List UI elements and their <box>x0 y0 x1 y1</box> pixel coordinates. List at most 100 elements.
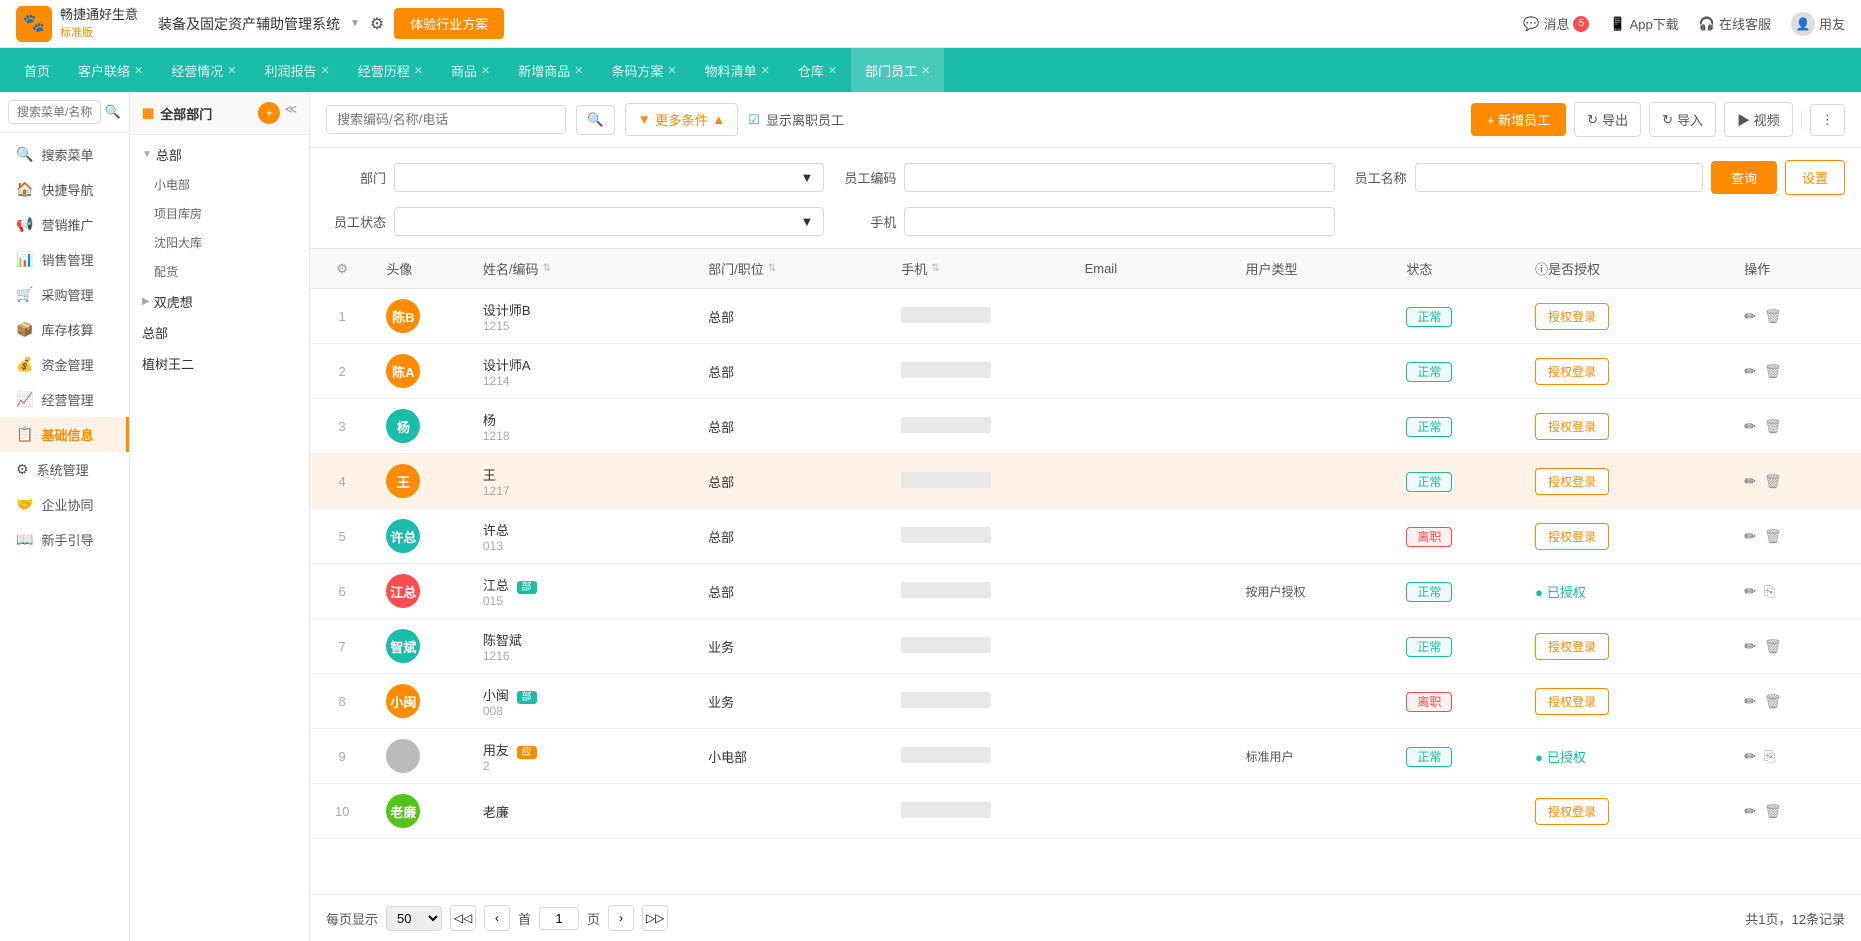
dept-all[interactable]: ▦ 全部部门 <box>142 104 212 123</box>
sys-dropdown-arrow[interactable]: ▼ <box>350 18 360 29</box>
import-btn[interactable]: ↻ 导入 <box>1649 102 1716 137</box>
tab-barcode[interactable]: 条码方案 ✕ <box>597 48 690 92</box>
delete-icon[interactable]: 🗑 <box>1764 363 1782 380</box>
per-page-select[interactable]: 50 20 100 <box>386 906 442 931</box>
employee-search-input[interactable] <box>326 105 566 134</box>
filter-set-btn[interactable]: 设置 <box>1785 160 1845 195</box>
edit-icon[interactable]: ✏ <box>1744 363 1756 380</box>
dept-node-zongbu[interactable]: ▼ 总部 <box>130 139 309 170</box>
delete-icon[interactable]: 🗑 <box>1764 803 1782 820</box>
sidebar-item-sales[interactable]: 📊 销售管理 <box>0 242 129 277</box>
tab-new-goods[interactable]: 新增商品 ✕ <box>504 48 597 92</box>
sidebar-item-quicknav[interactable]: 🏠 快捷导航 <box>0 172 129 207</box>
online-service-btn[interactable]: 🎧 在线客服 <box>1699 14 1771 33</box>
gear-button[interactable]: ⚙ <box>370 14 384 34</box>
dept-add-btn[interactable]: + <box>258 102 280 124</box>
delete-icon[interactable]: 🗑 <box>1764 308 1782 325</box>
next-page-btn[interactable]: › <box>608 905 634 931</box>
sidebar-item-basic-info[interactable]: 📋 基础信息 <box>0 417 129 452</box>
trial-button[interactable]: 体验行业方案 <box>394 8 504 39</box>
auth-button[interactable]: 授权登录 <box>1535 688 1609 715</box>
delete-icon[interactable]: 🗑 <box>1764 693 1782 710</box>
tab-operation[interactable]: 经营情况 ✕ <box>157 48 250 92</box>
sidebar-item-inventory[interactable]: 📦 库存核算 <box>0 312 129 347</box>
tab-history[interactable]: 经营历程 ✕ <box>344 48 437 92</box>
tab-customer[interactable]: 客户联络 ✕ <box>64 48 157 92</box>
auth-button[interactable]: 授权登录 <box>1535 468 1609 495</box>
sidebar-item-purchase[interactable]: 🛒 采购管理 <box>0 277 129 312</box>
tab-close-new-goods[interactable]: ✕ <box>574 64 583 77</box>
dept-node-zongbu2[interactable]: 总部 <box>130 317 309 348</box>
settings-icon[interactable]: ⚙ <box>336 261 348 276</box>
filter-dept-select[interactable]: ▼ <box>394 163 824 192</box>
edit-icon[interactable]: ✏ <box>1744 583 1756 600</box>
last-page-btn[interactable]: ▷▷ <box>642 905 668 931</box>
delete-icon[interactable]: 🗑 <box>1764 528 1782 545</box>
sidebar-item-search[interactable]: 🔍 搜索菜单 <box>0 137 129 172</box>
tab-warehouse[interactable]: 仓库 ✕ <box>784 48 851 92</box>
page-number-input[interactable] <box>539 907 579 930</box>
prev-page-btn[interactable]: ‹ <box>484 905 510 931</box>
dept-node-xiangmukufang[interactable]: 项目库房 <box>130 199 309 228</box>
tab-close-history[interactable]: ✕ <box>414 64 423 77</box>
auth-button[interactable]: 授权登录 <box>1535 798 1609 825</box>
show-dimission-toggle[interactable]: ☑ 显示离职员工 <box>748 110 844 129</box>
tab-home[interactable]: 首页 <box>10 48 64 92</box>
edit-icon[interactable]: ✏ <box>1744 528 1756 545</box>
edit-icon[interactable]: ✏ <box>1744 748 1756 765</box>
th-phone[interactable]: 手机 ⇅ <box>889 249 1072 289</box>
tab-close-customer[interactable]: ✕ <box>134 64 143 77</box>
dept-collapse-btn[interactable]: ≪ <box>284 102 297 124</box>
dimission-checkbox[interactable]: ☑ <box>748 112 760 128</box>
edit-icon[interactable]: ✏ <box>1744 418 1756 435</box>
filter-code-input[interactable] <box>904 163 1334 192</box>
edit-icon[interactable]: ✏ <box>1744 638 1756 655</box>
filter-status-select[interactable]: ▼ <box>394 207 824 236</box>
sidebar-item-marketing[interactable]: 📢 营销推广 <box>0 207 129 242</box>
employee-search-btn[interactable]: 🔍 <box>576 105 615 135</box>
tab-close-bom[interactable]: ✕ <box>761 64 770 77</box>
th-settings[interactable]: ⚙ <box>310 249 374 289</box>
dept-node-zhishu[interactable]: 植树王二 <box>130 348 309 379</box>
tab-profit[interactable]: 利润报告 ✕ <box>250 48 343 92</box>
delete-icon[interactable]: 🗑 <box>1764 473 1782 490</box>
copy-icon[interactable]: ⎘ <box>1764 583 1775 600</box>
more-options-btn[interactable]: ⋮ <box>1810 104 1845 136</box>
edit-icon[interactable]: ✏ <box>1744 693 1756 710</box>
th-name[interactable]: 姓名/编码 ⇅ <box>471 249 696 289</box>
view-btn[interactable]: ▶ 视频 <box>1724 102 1793 137</box>
sidebar-item-system[interactable]: ⚙ 系统管理 <box>0 452 129 487</box>
message-btn[interactable]: 💬 消息 5 <box>1523 14 1589 33</box>
delete-icon[interactable]: 🗑 <box>1764 418 1782 435</box>
tab-close-operation[interactable]: ✕ <box>227 64 236 77</box>
tab-close-employees[interactable]: ✕ <box>921 64 930 77</box>
auth-button[interactable]: 授权登录 <box>1535 413 1609 440</box>
tab-close-profit[interactable]: ✕ <box>321 64 330 77</box>
edit-icon[interactable]: ✏ <box>1744 803 1756 820</box>
delete-icon[interactable]: 🗑 <box>1764 638 1782 655</box>
th-dept[interactable]: 部门/职位 ⇅ <box>696 249 889 289</box>
dept-node-peihuo[interactable]: 配货 <box>130 257 309 286</box>
add-employee-btn[interactable]: + 新增员工 <box>1471 103 1566 136</box>
sidebar-item-guide[interactable]: 📖 新手引导 <box>0 522 129 557</box>
copy-icon[interactable]: ⎘ <box>1764 748 1775 765</box>
filter-search-btn[interactable]: 查询 <box>1711 161 1777 194</box>
sidebar-item-collab[interactable]: 🤝 企业协同 <box>0 487 129 522</box>
auth-button[interactable]: 授权登录 <box>1535 633 1609 660</box>
filter-name-input[interactable] <box>1415 163 1703 192</box>
sidebar-item-operations[interactable]: 📈 经营管理 <box>0 382 129 417</box>
tab-close-barcode[interactable]: ✕ <box>667 64 676 77</box>
tab-employees[interactable]: 部门员工 ✕ <box>851 48 944 92</box>
export-btn[interactable]: ↻ 导出 <box>1574 102 1641 137</box>
app-download-btn[interactable]: 📱 App下载 <box>1609 14 1678 33</box>
user-avatar-btn[interactable]: 👤 用友 <box>1791 12 1845 36</box>
auth-button[interactable]: 授权登录 <box>1535 523 1609 550</box>
tab-close-warehouse[interactable]: ✕ <box>828 64 837 77</box>
tab-bom[interactable]: 物料清单 ✕ <box>691 48 784 92</box>
more-filter-btn[interactable]: ▼ 更多条件 ▲ <box>625 103 739 136</box>
first-page-btn[interactable]: ◁◁ <box>450 905 476 931</box>
edit-icon[interactable]: ✏ <box>1744 473 1756 490</box>
dept-node-xiaodibu[interactable]: 小电部 <box>130 170 309 199</box>
sidebar-item-finance[interactable]: 💰 资金管理 <box>0 347 129 382</box>
dept-node-shenyang[interactable]: 沈阳大库 <box>130 228 309 257</box>
